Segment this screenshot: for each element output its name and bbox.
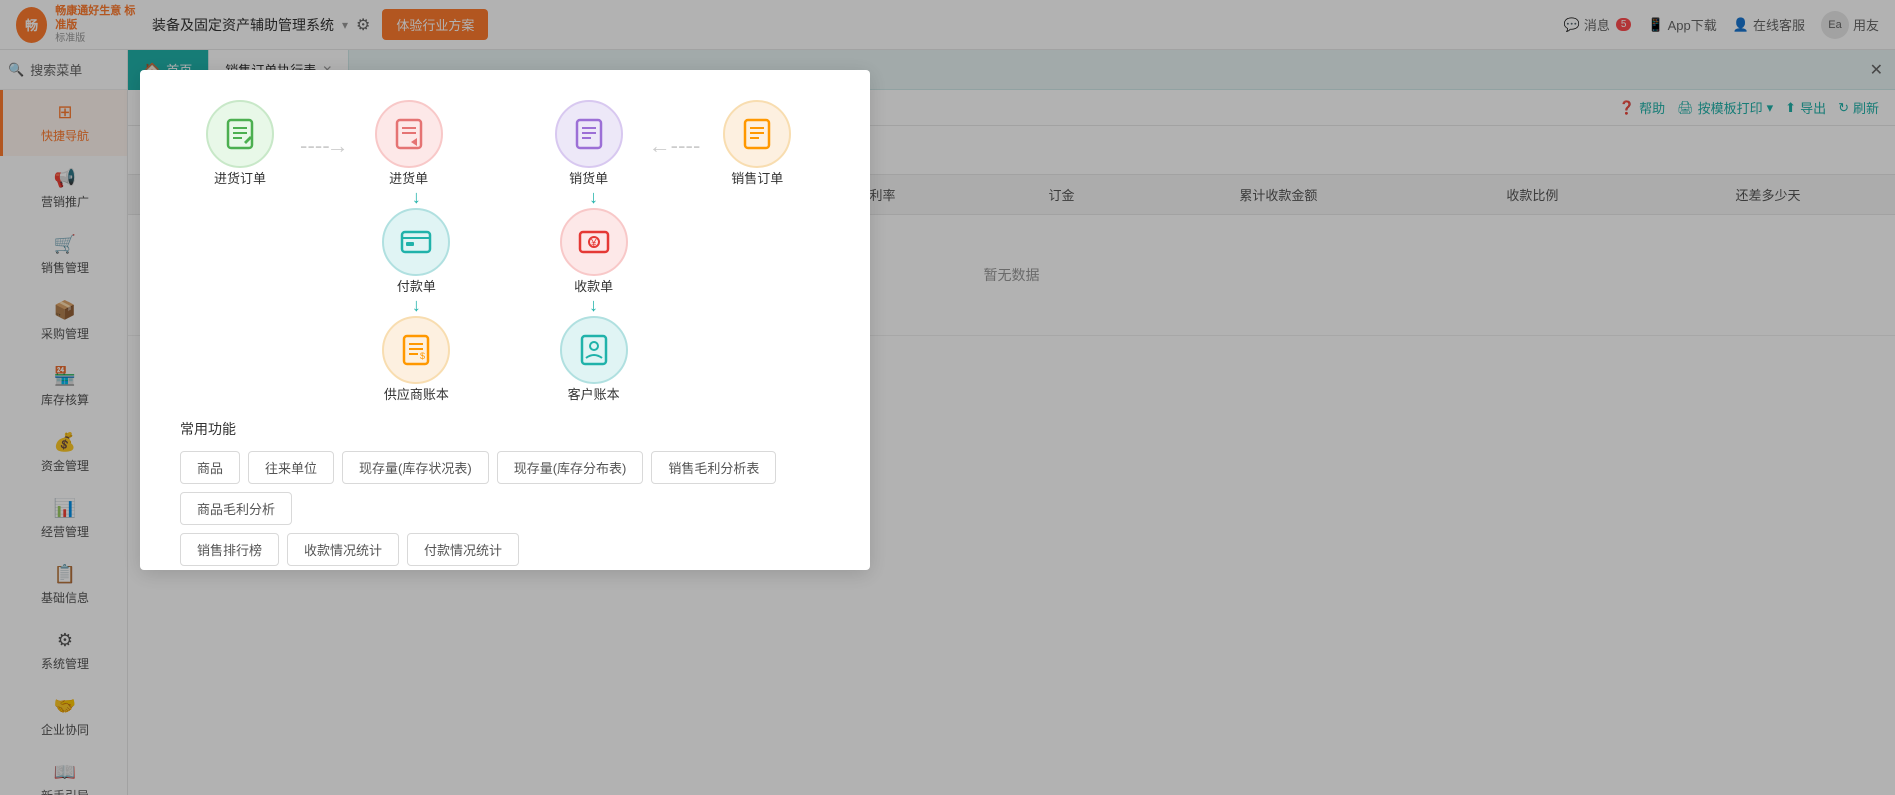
func-btn-sales-profit[interactable]: 销售毛利分析表 <box>651 451 776 484</box>
func-btn-partner[interactable]: 往来单位 <box>248 451 334 484</box>
func-buttons-row2: 销售排行榜 收款情况统计 付款情况统计 <box>180 533 830 566</box>
func-btn-stock-status[interactable]: 现存量(库存状况表) <box>342 451 489 484</box>
flow-section: 进货订单 - - - - → 进货单 <box>180 100 830 403</box>
sales-order-node[interactable] <box>723 100 791 168</box>
payment-node[interactable] <box>382 208 450 276</box>
customer-account-label: 客户账本 <box>568 384 620 403</box>
func-btn-receipt-stat[interactable]: 收款情况统计 <box>287 533 399 566</box>
func-btn-stock-dist[interactable]: 现存量(库存分布表) <box>497 451 644 484</box>
collection-node[interactable]: ¥ <box>560 208 628 276</box>
down-arrow-sr: ↓ <box>589 187 598 208</box>
arrow-po-to-pr: - - - - → <box>300 133 349 187</box>
arrow-so-to-sr: ← - - - - <box>649 133 698 187</box>
func-btn-product-profit[interactable]: 商品毛利分析 <box>180 492 292 525</box>
purchase-receipt-label: 进货单 <box>389 168 428 187</box>
modal-overlay[interactable]: 进货订单 - - - - → 进货单 <box>0 0 1895 795</box>
svg-text:$: $ <box>420 351 425 361</box>
supplier-account-node[interactable]: $ <box>382 316 450 384</box>
func-btn-payment-stat[interactable]: 付款情况统计 <box>407 533 519 566</box>
down-arrow-payment: ↓ <box>412 295 421 316</box>
flow-modal: 进货订单 - - - - → 进货单 <box>140 70 870 570</box>
payment-label: 付款单 <box>397 276 436 295</box>
svg-text:¥: ¥ <box>590 238 597 249</box>
sales-receipt-label: 销货单 <box>569 168 608 187</box>
func-btn-product[interactable]: 商品 <box>180 451 240 484</box>
sales-receipt-node[interactable] <box>555 100 623 168</box>
common-functions-section: 常用功能 商品 往来单位 现存量(库存状况表) 现存量(库存分布表) 销售毛利分… <box>180 419 830 566</box>
supplier-account-label: 供应商账本 <box>384 384 449 403</box>
down-arrow-pr: ↓ <box>412 187 421 208</box>
down-arrow-collection: ↓ <box>589 295 598 316</box>
collection-label: 收款单 <box>574 276 613 295</box>
sales-order-label: 销售订单 <box>731 168 783 187</box>
customer-account-node[interactable] <box>560 316 628 384</box>
common-functions-title: 常用功能 <box>180 419 830 439</box>
purchase-receipt-node[interactable] <box>375 100 443 168</box>
purchase-order-label: 进货订单 <box>214 168 266 187</box>
func-buttons-row1: 商品 往来单位 现存量(库存状况表) 现存量(库存分布表) 销售毛利分析表 商品… <box>180 451 830 525</box>
purchase-order-node[interactable] <box>206 100 274 168</box>
func-btn-sales-rank[interactable]: 销售排行榜 <box>180 533 279 566</box>
